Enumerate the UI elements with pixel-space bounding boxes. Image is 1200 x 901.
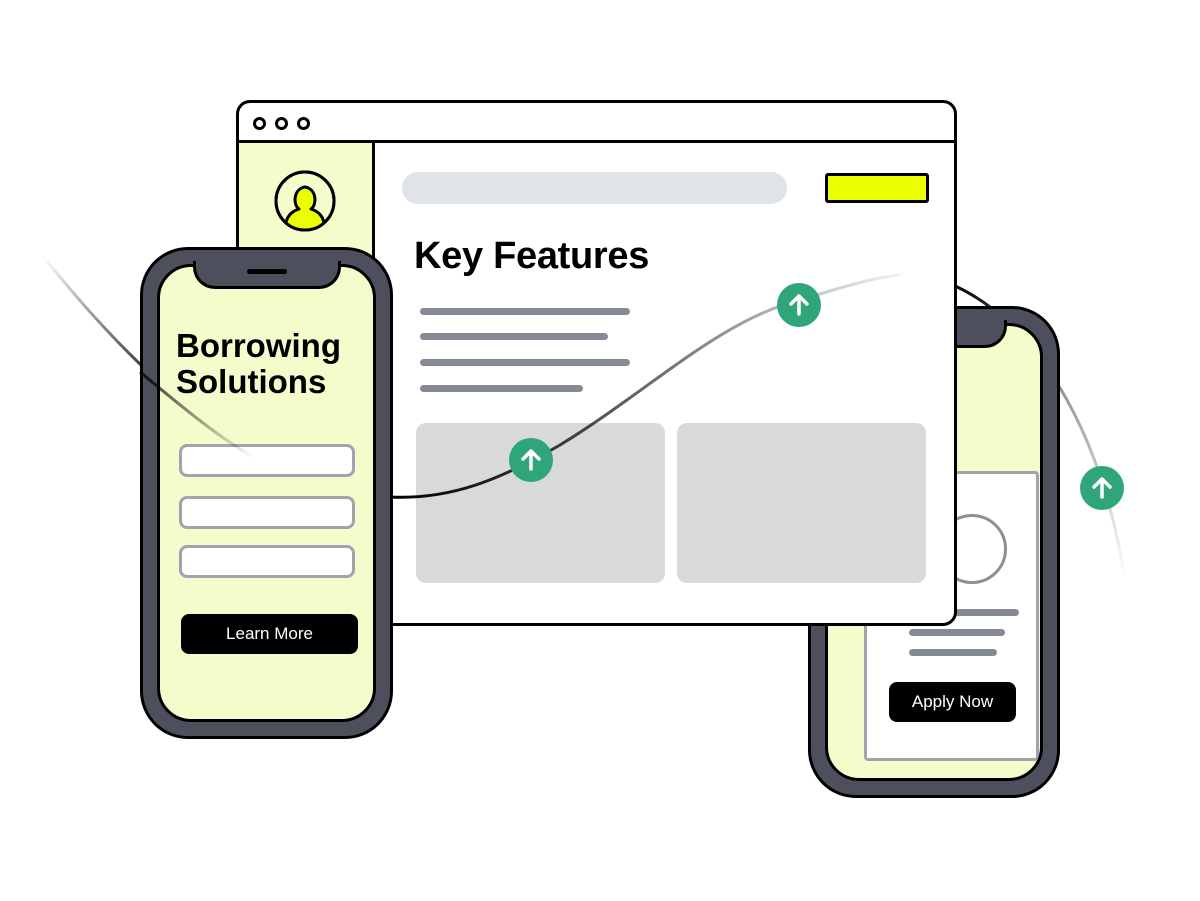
arrow-up-badge [509,438,553,482]
curve-overlay [139,370,256,460]
arrow-up-icon [789,294,809,316]
arrow-up-icon [1092,477,1112,499]
arrow-up-badge [777,283,821,327]
arrow-up-icon [521,449,541,471]
arrow-up-badge [1080,466,1124,510]
